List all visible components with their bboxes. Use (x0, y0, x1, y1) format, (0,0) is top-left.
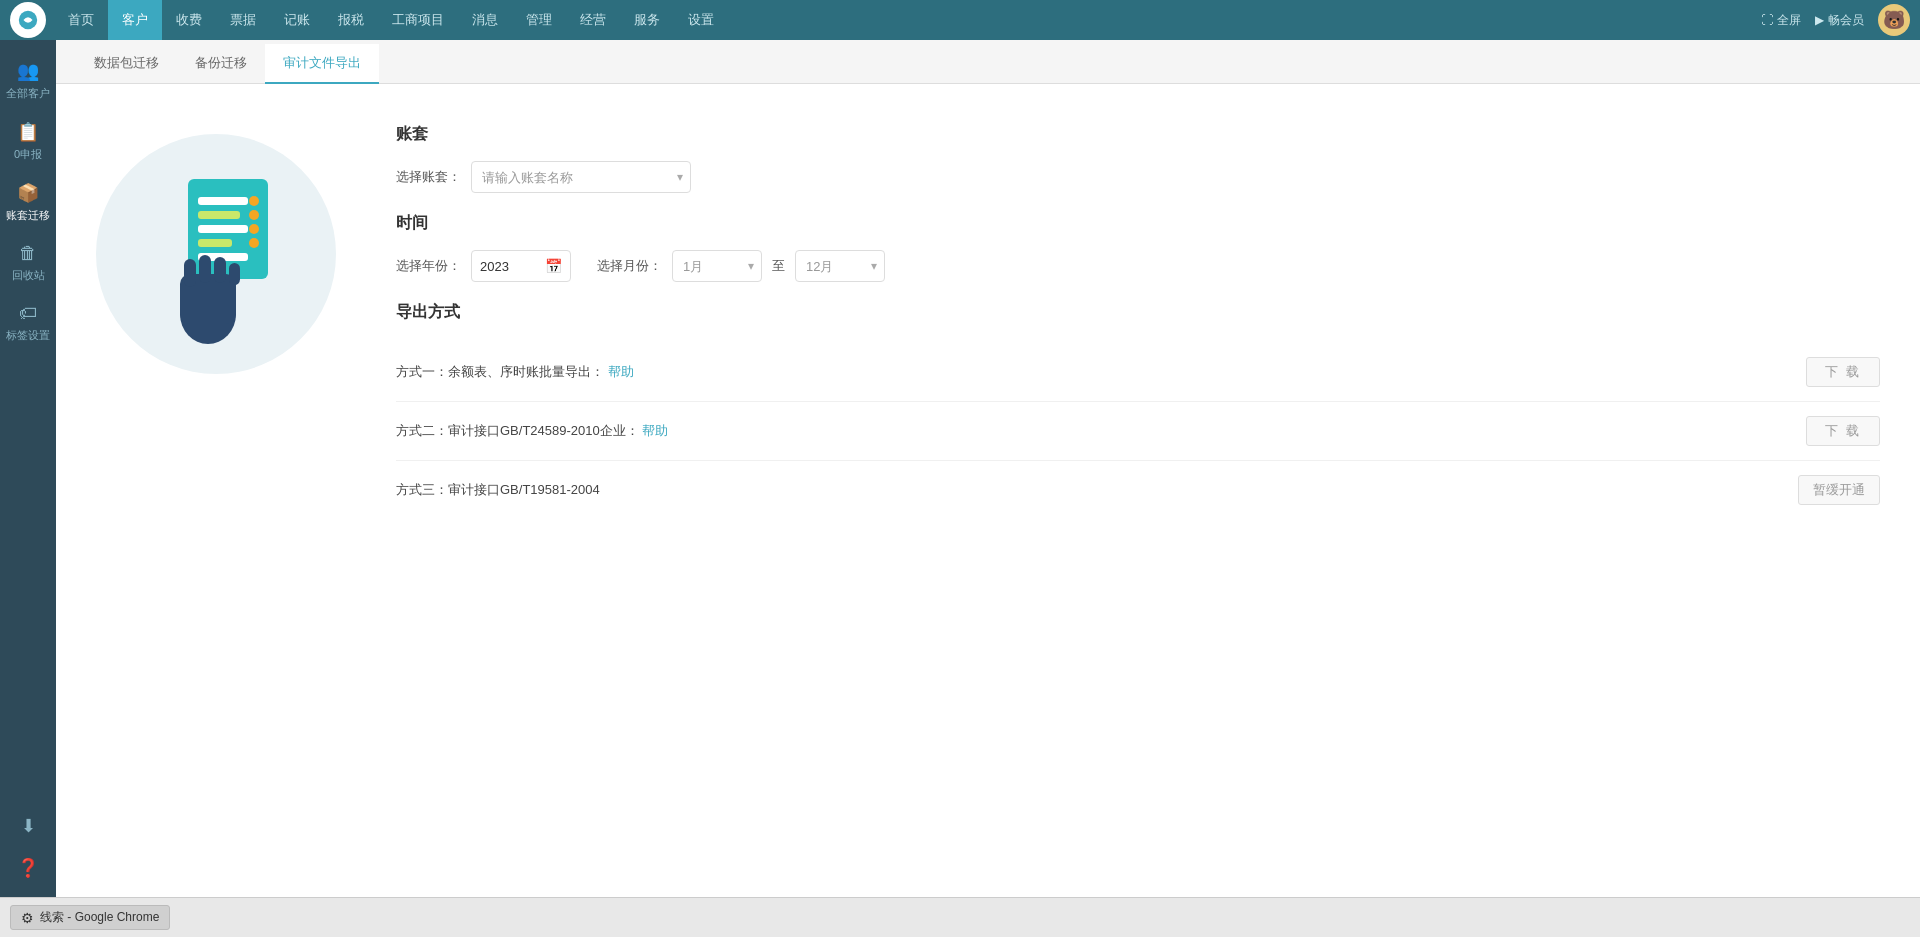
svg-point-10 (249, 238, 259, 248)
svg-rect-15 (214, 257, 226, 283)
export-method-1: 方式一：余额表、序时账批量导出： 帮助 下 载 (396, 343, 1880, 402)
export-method-3: 方式三：审计接口GB/T19581-2004 暂缓开通 (396, 461, 1880, 519)
nav-service[interactable]: 服务 (620, 0, 674, 40)
migration-icon: 📦 (17, 182, 39, 204)
export-section: 方式一：余额表、序时账批量导出： 帮助 下 载 方式二：审计接口GB/T2458… (396, 343, 1880, 519)
tab-bar: 数据包迁移 备份迁移 审计文件导出 (56, 40, 1920, 84)
export-method-2-label: 方式二：审计接口GB/T24589-2010企业： 帮助 (396, 422, 668, 440)
account-label: 选择账套： (396, 168, 461, 186)
svg-rect-4 (198, 225, 248, 233)
sidebar-download-btn[interactable]: ⬇ (11, 807, 45, 845)
tab-audit-export[interactable]: 审计文件导出 (265, 44, 379, 84)
svg-point-9 (249, 224, 259, 234)
sidebar-item-trash[interactable]: 🗑 回收站 (0, 233, 56, 293)
svg-rect-3 (198, 211, 240, 219)
export-method-1-help[interactable]: 帮助 (608, 364, 634, 379)
tab-data-migration[interactable]: 数据包迁移 (76, 44, 177, 84)
customers-icon: 👥 (17, 60, 39, 82)
year-value: 2023 (480, 259, 509, 274)
nav-invoice[interactable]: 票据 (216, 0, 270, 40)
trash-icon: 🗑 (19, 243, 37, 264)
page-content: 账套 选择账套： 请输入账套名称 时间 选择年份： 2023 (56, 84, 1920, 897)
sidebar: 👥 全部客户 📋 0申报 📦 账套迁移 🗑 回收站 🏷 标签设置 ⬇ ❓ (0, 40, 56, 897)
month-end-select[interactable]: 1月2月3月4月 5月6月7月8月 9月10月11月12月 (795, 250, 885, 282)
content-area: 数据包迁移 备份迁移 审计文件导出 (56, 40, 1920, 897)
top-nav-right: ⛶ 全屏 ▶ 畅会员 🐻 (1761, 4, 1910, 36)
account-form-row: 选择账套： 请输入账套名称 (396, 161, 1880, 193)
export-method-1-btn[interactable]: 下 载 (1806, 357, 1880, 387)
export-method-3-label: 方式三：审计接口GB/T19581-2004 (396, 481, 600, 499)
nav-settings[interactable]: 设置 (674, 0, 728, 40)
svg-point-8 (249, 210, 259, 220)
nav-message[interactable]: 消息 (458, 0, 512, 40)
nav-home[interactable]: 首页 (54, 0, 108, 40)
illustration-circle (96, 134, 336, 374)
nav-items: 首页 客户 收费 票据 记账 报税 工商项目 消息 管理 经营 服务 设置 (54, 0, 1761, 40)
sidebar-item-all-customers[interactable]: 👥 全部客户 (0, 50, 56, 111)
time-section-title: 时间 (396, 213, 1880, 234)
taskbar-item-label: 线索 - Google Chrome (40, 909, 159, 926)
export-method-2: 方式二：审计接口GB/T24589-2010企业： 帮助 下 载 (396, 402, 1880, 461)
nav-tax[interactable]: 报税 (324, 0, 378, 40)
sidebar-label-tag-settings: 标签设置 (6, 328, 50, 343)
sidebar-label-zero-declare: 0申报 (14, 147, 42, 162)
to-separator: 至 (772, 257, 785, 275)
time-form-row: 选择年份： 2023 📅 选择月份： 1月2月3月4月 5月6月7月8月 9月1… (396, 250, 1880, 282)
tab-backup-migration[interactable]: 备份迁移 (177, 44, 265, 84)
chrome-icon: ⚙ (21, 910, 34, 926)
sidebar-label-trash: 回收站 (12, 268, 45, 283)
nav-operation[interactable]: 经营 (566, 0, 620, 40)
tag-icon: 🏷 (19, 303, 37, 324)
month-start-select-wrapper: 1月2月3月4月 5月6月7月8月 9月10月11月12月 (672, 250, 762, 282)
app-logo[interactable] (10, 2, 46, 38)
export-section-title: 导出方式 (396, 302, 1880, 323)
nav-business[interactable]: 工商项目 (378, 0, 458, 40)
top-nav: 首页 客户 收费 票据 记账 报税 工商项目 消息 管理 经营 服务 设置 ⛶ … (0, 0, 1920, 40)
sidebar-help-btn[interactable]: ❓ (11, 849, 45, 887)
nav-customer[interactable]: 客户 (108, 0, 162, 40)
avatar[interactable]: 🐻 (1878, 4, 1910, 36)
sidebar-label-migration: 账套迁移 (6, 208, 50, 223)
form-area: 账套 选择账套： 请输入账套名称 时间 选择年份： 2023 (396, 114, 1880, 867)
nav-fee[interactable]: 收费 (162, 0, 216, 40)
svg-rect-13 (184, 259, 196, 287)
account-select[interactable]: 请输入账套名称 (471, 161, 691, 193)
sidebar-item-migration[interactable]: 📦 账套迁移 (0, 172, 56, 233)
fullscreen-icon: ⛶ (1761, 13, 1773, 27)
svg-rect-16 (229, 263, 240, 285)
export-method-2-help[interactable]: 帮助 (642, 423, 668, 438)
account-section-title: 账套 (396, 124, 1880, 145)
month-start-select[interactable]: 1月2月3月4月 5月6月7月8月 9月10月11月12月 (672, 250, 762, 282)
svg-rect-14 (199, 255, 211, 283)
year-input-wrapper[interactable]: 2023 📅 (471, 250, 571, 282)
nav-manage[interactable]: 管理 (512, 0, 566, 40)
export-method-2-btn[interactable]: 下 载 (1806, 416, 1880, 446)
illustration-svg (136, 159, 296, 349)
svg-rect-5 (198, 239, 232, 247)
zero-declare-icon: 📋 (17, 121, 39, 143)
year-label: 选择年份： (396, 257, 461, 275)
main-layout: 👥 全部客户 📋 0申报 📦 账套迁移 🗑 回收站 🏷 标签设置 ⬇ ❓ 数据包… (0, 40, 1920, 897)
sidebar-item-tag-settings[interactable]: 🏷 标签设置 (0, 293, 56, 353)
sidebar-bottom: ⬇ ❓ (11, 807, 45, 897)
taskbar: ⚙ 线索 - Google Chrome (0, 897, 1920, 937)
month-end-select-wrapper: 1月2月3月4月 5月6月7月8月 9月10月11月12月 (795, 250, 885, 282)
svg-point-7 (249, 196, 259, 206)
month-label: 选择月份： (597, 257, 662, 275)
svg-rect-2 (198, 197, 248, 205)
calendar-icon: 📅 (545, 258, 562, 274)
nav-bookkeeping[interactable]: 记账 (270, 0, 324, 40)
export-method-1-label: 方式一：余额表、序时账批量导出： 帮助 (396, 363, 634, 381)
fullscreen-btn[interactable]: ⛶ 全屏 (1761, 12, 1801, 29)
taskbar-chrome-item[interactable]: ⚙ 线索 - Google Chrome (10, 905, 170, 930)
sidebar-item-zero-declare[interactable]: 📋 0申报 (0, 111, 56, 172)
account-select-wrapper: 请输入账套名称 (471, 161, 691, 193)
video-icon: ▶ (1815, 13, 1824, 27)
member-btn[interactable]: ▶ 畅会员 (1815, 12, 1864, 29)
illustration-wrap (96, 114, 336, 867)
sidebar-label-all-customers: 全部客户 (6, 86, 50, 101)
export-method-3-btn[interactable]: 暂缓开通 (1798, 475, 1880, 505)
